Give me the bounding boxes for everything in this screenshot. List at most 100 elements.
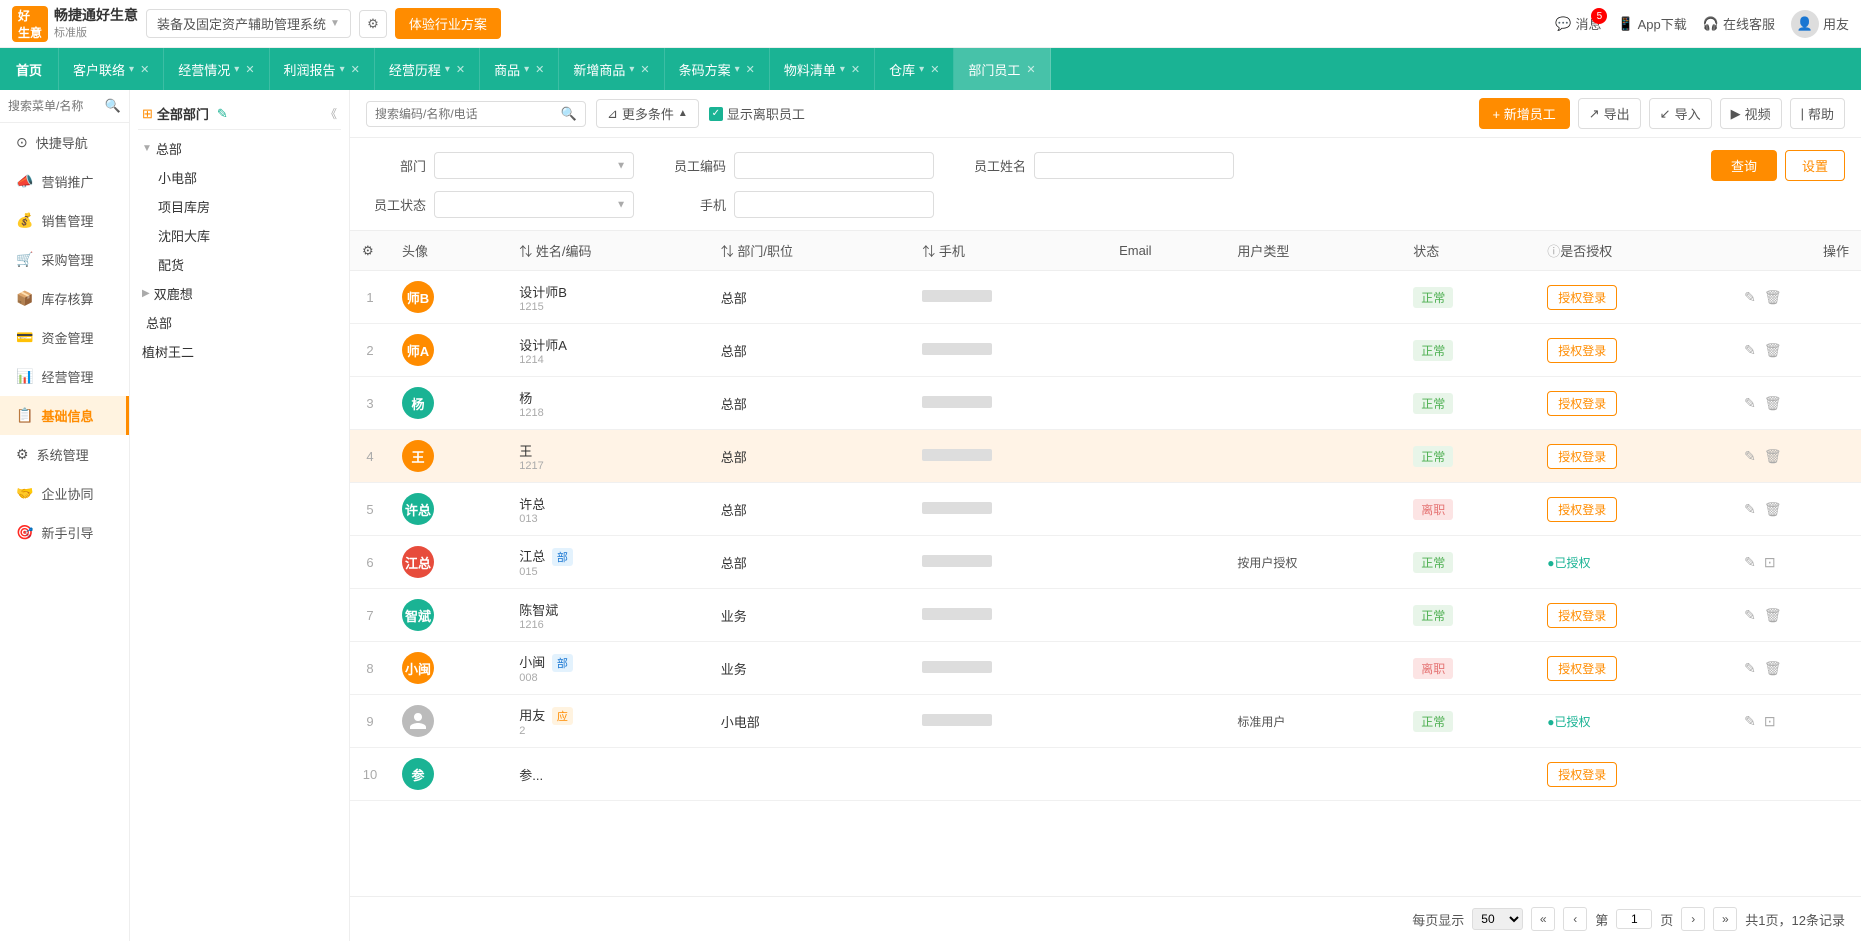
dept-node-project[interactable]: 项目库房: [154, 192, 341, 221]
auth-login-button[interactable]: 授权登录: [1547, 444, 1617, 469]
filter-code-input[interactable]: [734, 152, 934, 179]
add-employee-button[interactable]: + 新增员工: [1479, 98, 1570, 129]
dept-node-zongbu[interactable]: ▼ 总部: [138, 134, 341, 163]
auth-login-button[interactable]: 授权登录: [1547, 762, 1617, 787]
edit-icon[interactable]: ✎: [1744, 554, 1756, 571]
sidebar-item-finance[interactable]: 💳 资金管理: [0, 318, 129, 357]
tab-bom[interactable]: 物料清单 ▾ ✕: [770, 48, 875, 90]
query-button[interactable]: 查询: [1711, 150, 1777, 181]
more-filter-button[interactable]: ⊿ 更多条件 ▲: [596, 99, 699, 128]
message-button[interactable]: 💬 消息 5: [1555, 14, 1601, 33]
edit-icon[interactable]: ✎: [1744, 289, 1756, 306]
sidebar-item-sales[interactable]: 💰 销售管理: [0, 201, 129, 240]
auth-login-button[interactable]: 授权登录: [1547, 285, 1617, 310]
filter-status-select[interactable]: [434, 191, 634, 218]
user-menu[interactable]: 👤 用友: [1791, 10, 1849, 38]
delete-icon[interactable]: 🗑: [1764, 501, 1782, 518]
sidebar-item-basic-info[interactable]: 📋 基础信息: [0, 396, 129, 435]
per-page-select[interactable]: 50 20 100: [1472, 908, 1523, 930]
delete-icon[interactable]: 🗑: [1764, 342, 1782, 359]
edit-dept-icon[interactable]: ✎: [217, 106, 228, 122]
sidebar-item-purchase[interactable]: 🛒 采购管理: [0, 240, 129, 279]
tab-profit[interactable]: 利润报告 ▾ ✕: [270, 48, 375, 90]
search-input[interactable]: [375, 107, 557, 121]
next-page-button[interactable]: ›: [1681, 907, 1705, 931]
auth-login-button[interactable]: 授权登录: [1547, 497, 1617, 522]
help-button[interactable]: | 帮助: [1790, 98, 1845, 129]
sidebar-item-quick-nav[interactable]: ⊙ 快捷导航: [0, 123, 129, 162]
td-actions: [1732, 748, 1861, 801]
th-phone[interactable]: ⇅ 手机: [910, 231, 1107, 271]
gear-button[interactable]: ⚙: [359, 10, 387, 38]
th-name[interactable]: ⇅ 姓名/编码: [507, 231, 709, 271]
top-bar-left: 好生意 畅捷通好生意 标准版 装备及固定资产辅助管理系统 ▼ ⚙ 体验行业方案: [12, 6, 501, 42]
collapse-dept-icon[interactable]: 《: [325, 105, 337, 122]
auth-login-button[interactable]: 授权登录: [1547, 603, 1617, 628]
delete-icon[interactable]: 🗑: [1764, 395, 1782, 412]
edit-icon[interactable]: ✎: [1744, 713, 1756, 730]
tab-warehouse[interactable]: 仓库 ▾ ✕: [875, 48, 954, 90]
dept-node-xiaodian[interactable]: 小电部: [154, 163, 341, 192]
delete-icon[interactable]: 🗑: [1764, 448, 1782, 465]
auth-login-button[interactable]: 授权登录: [1547, 391, 1617, 416]
filter-phone-input[interactable]: [734, 191, 934, 218]
th-dept[interactable]: ⇅ 部门/职位: [709, 231, 911, 271]
set-button[interactable]: 设置: [1785, 150, 1845, 181]
edit-icon[interactable]: ✎: [1744, 448, 1756, 465]
system-title[interactable]: 装备及固定资产辅助管理系统 ▼: [146, 9, 351, 38]
tab-employees[interactable]: 部门员工 ✕: [954, 48, 1050, 90]
sidebar-item-operation-mgmt[interactable]: 📊 经营管理: [0, 357, 129, 396]
copy-icon[interactable]: ⊡: [1764, 713, 1776, 730]
dept-node-zongbu2[interactable]: 总部: [138, 308, 341, 337]
th-setting[interactable]: ⚙: [350, 231, 390, 271]
edit-icon[interactable]: ✎: [1744, 395, 1756, 412]
phone-blur: [922, 449, 992, 461]
page-input[interactable]: [1616, 909, 1652, 929]
dept-node-peihuo[interactable]: 配货: [154, 250, 341, 279]
sidebar-search-input[interactable]: [8, 99, 101, 113]
sidebar-item-inventory[interactable]: 📦 库存核算: [0, 279, 129, 318]
edit-icon[interactable]: ✎: [1744, 660, 1756, 677]
tab-goods[interactable]: 商品 ▾ ✕: [480, 48, 559, 90]
avatar-circle: 王: [402, 440, 434, 472]
tab-customer[interactable]: 客户联络 ▾ ✕: [59, 48, 164, 90]
td-phone: [910, 430, 1107, 483]
edit-icon[interactable]: ✎: [1744, 501, 1756, 518]
tab-add-goods[interactable]: 新增商品 ▾ ✕: [559, 48, 664, 90]
edit-icon[interactable]: ✎: [1744, 607, 1756, 624]
tab-home[interactable]: 首页: [0, 48, 59, 90]
sidebar-item-guide[interactable]: 🎯 新手引导: [0, 513, 129, 552]
phone-blur: [922, 343, 992, 355]
edit-icon[interactable]: ✎: [1744, 342, 1756, 359]
tab-barcode[interactable]: 条码方案 ▾ ✕: [665, 48, 770, 90]
import-button[interactable]: ↙ 导入: [1649, 98, 1712, 129]
dept-node-shenyang[interactable]: 沈阳大库: [154, 221, 341, 250]
td-no: 1: [350, 271, 390, 324]
online-service-button[interactable]: 🎧 在线客服: [1703, 14, 1775, 33]
delete-icon[interactable]: 🗑: [1764, 607, 1782, 624]
delete-icon[interactable]: 🗑: [1764, 660, 1782, 677]
dept-node-zhishu[interactable]: 植树王二: [138, 337, 341, 366]
export-button[interactable]: ↗ 导出: [1578, 98, 1641, 129]
auth-login-button[interactable]: 授权登录: [1547, 656, 1617, 681]
tab-history[interactable]: 经营历程 ▾ ✕: [375, 48, 480, 90]
trial-button[interactable]: 体验行业方案: [395, 8, 501, 39]
app-download-button[interactable]: 📱 App下载: [1617, 14, 1686, 33]
tab-operation[interactable]: 经营情况 ▾ ✕: [164, 48, 269, 90]
first-page-button[interactable]: «: [1531, 907, 1555, 931]
sidebar-item-marketing[interactable]: 📣 营销推广: [0, 162, 129, 201]
sidebar-item-cooperation[interactable]: 🤝 企业协同: [0, 474, 129, 513]
delete-icon[interactable]: 🗑: [1764, 289, 1782, 306]
sidebar-item-system[interactable]: ⚙ 系统管理: [0, 435, 129, 474]
video-button[interactable]: ▶ 视频: [1720, 98, 1782, 129]
show-resigned-toggle[interactable]: ✓ 显示离职员工: [709, 104, 805, 123]
last-page-button[interactable]: »: [1713, 907, 1737, 931]
filter-dept-select[interactable]: [434, 152, 634, 179]
auth-login-button[interactable]: 授权登录: [1547, 338, 1617, 363]
filter-name-input[interactable]: [1034, 152, 1234, 179]
table-row: 1 师B 设计师B1215 总部 正常 授权登录 ✎🗑: [350, 271, 1861, 324]
prev-page-button[interactable]: ‹: [1563, 907, 1587, 931]
copy-icon[interactable]: ⊡: [1764, 554, 1776, 571]
dept-node-shuanglu[interactable]: ▶ 双鹿想: [138, 279, 341, 308]
td-actions: ✎🗑: [1732, 483, 1861, 536]
